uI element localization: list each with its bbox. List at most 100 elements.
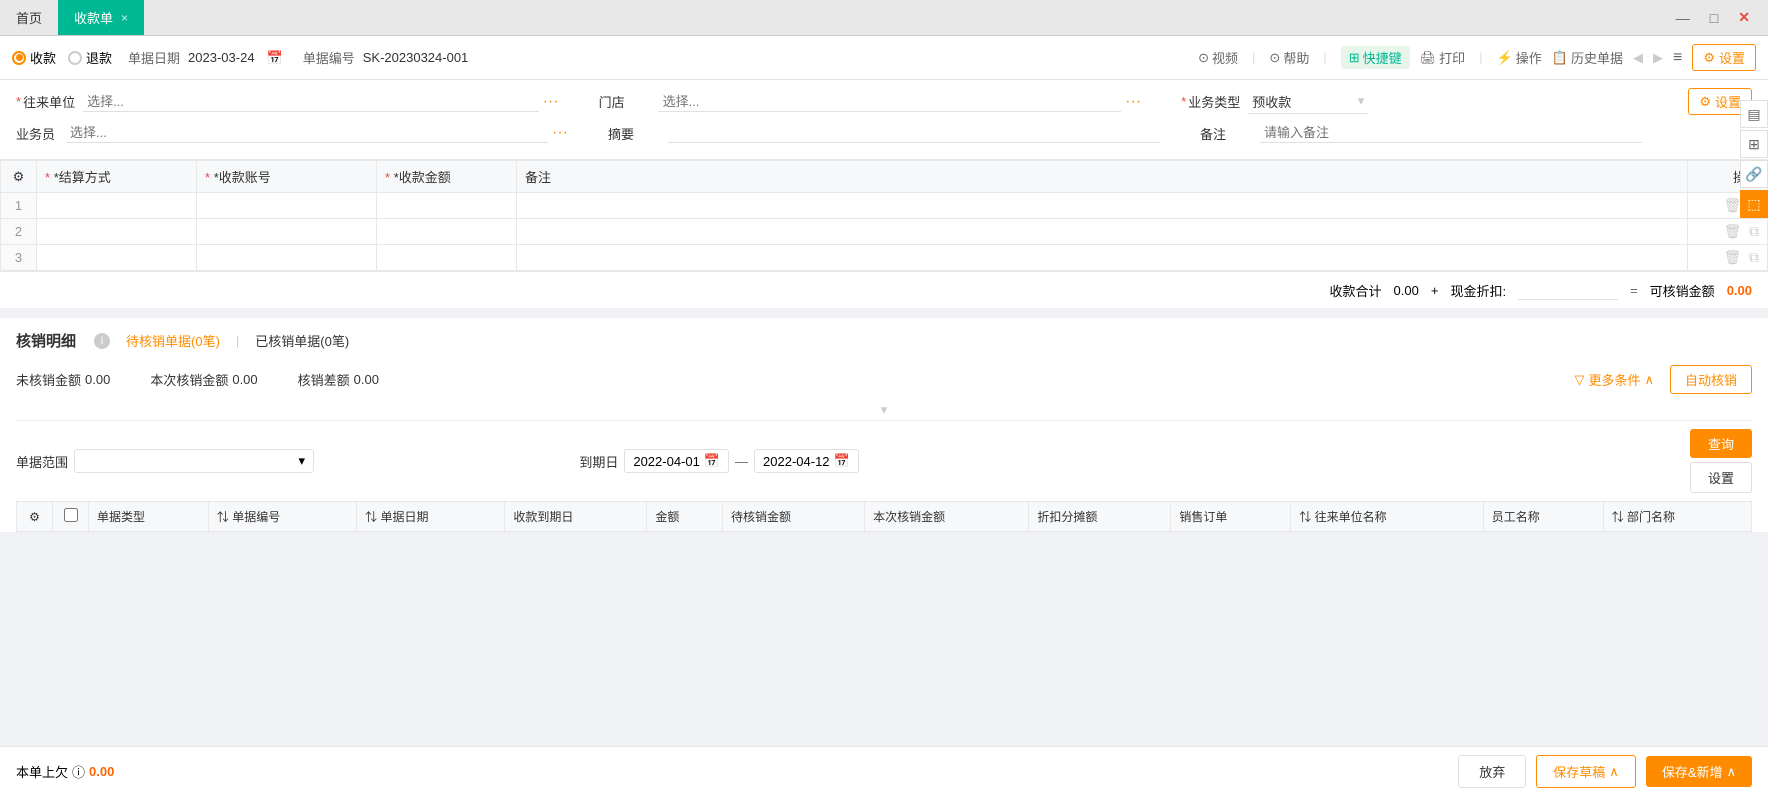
right-sidebar: ▤ ⊞ 🔗 ⬚ [1740,100,1768,218]
select-all-checkbox[interactable] [64,508,78,522]
bottom-th-gear[interactable]: ⚙ [17,502,53,532]
verify-info-icon[interactable]: i [94,333,110,349]
more-conditions-btn[interactable]: ▽ 更多条件 ∧ [1574,370,1654,389]
unverified-stat: 未核销金额 0.00 [16,370,110,389]
scope-dropdown-icon: ▾ [298,453,305,469]
cell-notes-2[interactable] [517,219,1688,245]
prev-value: 0.00 [89,764,114,779]
cell-account-1[interactable] [197,193,377,219]
sidebar-table-icon[interactable]: ▤ [1740,100,1768,128]
query-button[interactable]: 查询 [1690,429,1752,458]
gear-icon: ⚙ [13,169,25,184]
save-draft-dropdown-icon[interactable]: ∧ [1609,764,1619,780]
operation-action[interactable]: ⚡ 操作 [1497,48,1542,67]
calendar-icon[interactable]: 📅 [267,50,283,66]
business-type-select[interactable]: 预收款 ▾ [1248,90,1368,114]
prev-label: 本单上欠 [16,762,68,781]
cell-account-2[interactable] [197,219,377,245]
calendar-to-icon: 📅 [834,453,850,469]
scope-select[interactable]: ▾ [74,449,314,473]
print-label: 打印 [1439,48,1465,67]
th-amount: * *收款金额 [377,161,517,193]
bottom-th-due-date: 收款到期日 [505,502,647,532]
shortcut-action[interactable]: ⊞ 快捷键 [1341,46,1410,69]
save-new-button[interactable]: 保存&新增 ∧ [1646,756,1752,787]
cell-amount-1[interactable] [377,193,517,219]
net-value: 0.00 [1727,283,1752,298]
delete-row-2-btn[interactable]: 🗑 [1724,223,1742,239]
diff-value: 0.00 [354,372,379,387]
cell-amount-3[interactable] [377,245,517,271]
help-action[interactable]: ⊙ 帮助 [1269,48,1309,67]
tab-close-icon[interactable]: × [121,11,128,25]
sidebar-grid-icon[interactable]: ⊞ [1740,130,1768,158]
nav-next[interactable]: ▶ [1653,50,1663,66]
setting-button[interactable]: ⚙ 设置 [1692,44,1756,71]
print-action[interactable]: 🖨 打印 [1420,48,1466,67]
footer-left: 本单上欠 ⓘ 0.00 [16,762,114,781]
due-date-to[interactable]: 2022-04-12 📅 [754,449,859,473]
receipt-refund-radio: 收款 退款 [12,48,112,67]
cell-settlement-3[interactable] [37,245,197,271]
salesperson-input[interactable] [66,123,548,143]
expand-arrow[interactable]: ▾ [16,400,1752,420]
layout-icon[interactable]: ≡ [1673,49,1682,67]
save-draft-button[interactable]: 保存草稿 ∧ [1536,755,1636,788]
table-row: 1 🗑 ⧉ [1,193,1768,219]
tab-sep: | [236,333,239,348]
sidebar-link-icon[interactable]: 🔗 [1740,160,1768,188]
table-row: 2 🗑 ⧉ [1,219,1768,245]
salesperson-field: 业务员 ··· [16,123,568,143]
done-tab[interactable]: 已核销单据(0笔) [255,331,349,350]
receipt-table: ⚙ * *结算方式 * *收款账号 * *收款金额 备注 操作 [0,160,1768,271]
cell-notes-3[interactable] [517,245,1688,271]
cell-notes-1[interactable] [517,193,1688,219]
due-date-from[interactable]: 2022-04-01 📅 [624,449,729,473]
delete-row-3-btn[interactable]: 🗑 [1724,249,1742,265]
cell-settlement-1[interactable] [37,193,197,219]
filter-buttons: 查询 设置 [1690,429,1752,493]
cell-settlement-2[interactable] [37,219,197,245]
cell-action-2: 🗑 ⧉ [1688,219,1768,245]
pending-tab[interactable]: 待核销单据(0笔) [126,331,220,350]
history-action[interactable]: 📋 历史单据 [1552,48,1623,67]
minimize-btn[interactable]: — [1670,8,1696,28]
cell-account-3[interactable] [197,245,377,271]
nav-prev[interactable]: ◀ [1633,50,1643,66]
copy-row-2-btn[interactable]: ⧉ [1749,223,1759,239]
auto-verify-button[interactable]: 自动核销 [1670,365,1752,394]
receipt-radio-dot [16,54,23,61]
verify-setting-button[interactable]: 设置 [1690,462,1752,493]
refund-radio[interactable]: 退款 [68,48,112,67]
sidebar-expand-icon[interactable]: ⬚ [1740,190,1768,218]
store-input[interactable] [659,92,1122,112]
window-close-btn[interactable]: ✕ [1732,7,1756,28]
discount-input[interactable] [1518,280,1618,300]
counterpart-more-icon[interactable]: ··· [543,93,559,111]
dropdown-arrow-icon: ▾ [1358,93,1365,109]
counterpart-input[interactable] [83,92,539,112]
store-more-icon[interactable]: ··· [1125,93,1141,111]
summary-input[interactable] [668,123,1160,143]
main-content: * 往来单位 ··· 门店 ··· * 业务类型 预收款 ▾ [0,80,1768,744]
salesperson-more-icon[interactable]: ··· [552,124,568,142]
verify-header: 核销明细 i 待核销单据(0笔) | 已核销单据(0笔) [16,330,1752,351]
discard-button[interactable]: 放弃 [1458,755,1526,788]
copy-row-3-btn[interactable]: ⧉ [1749,249,1759,265]
delete-row-1-btn[interactable]: 🗑 [1724,197,1742,213]
summary-label: 摘要 [608,124,668,143]
bottom-th-checkbox[interactable] [53,502,89,532]
tab-home[interactable]: 首页 [0,0,58,35]
th-gear[interactable]: ⚙ [1,161,37,193]
tab-receipt[interactable]: 收款单 × [58,0,144,35]
total-label: 收款合计 [1330,281,1382,300]
save-new-dropdown-icon[interactable]: ∧ [1726,764,1736,780]
footer-spacer [0,532,1768,584]
maximize-btn[interactable]: □ [1704,8,1724,28]
prev-info-icon[interactable]: ⓘ [72,762,85,781]
notes-input[interactable] [1260,123,1642,143]
verify-filter-row: 单据范围 ▾ 到期日 2022-04-01 📅 — 2022-04-12 📅 [16,420,1752,501]
receipt-radio[interactable]: 收款 [12,48,56,67]
cell-amount-2[interactable] [377,219,517,245]
video-action[interactable]: ⊙ 视频 [1198,48,1238,67]
